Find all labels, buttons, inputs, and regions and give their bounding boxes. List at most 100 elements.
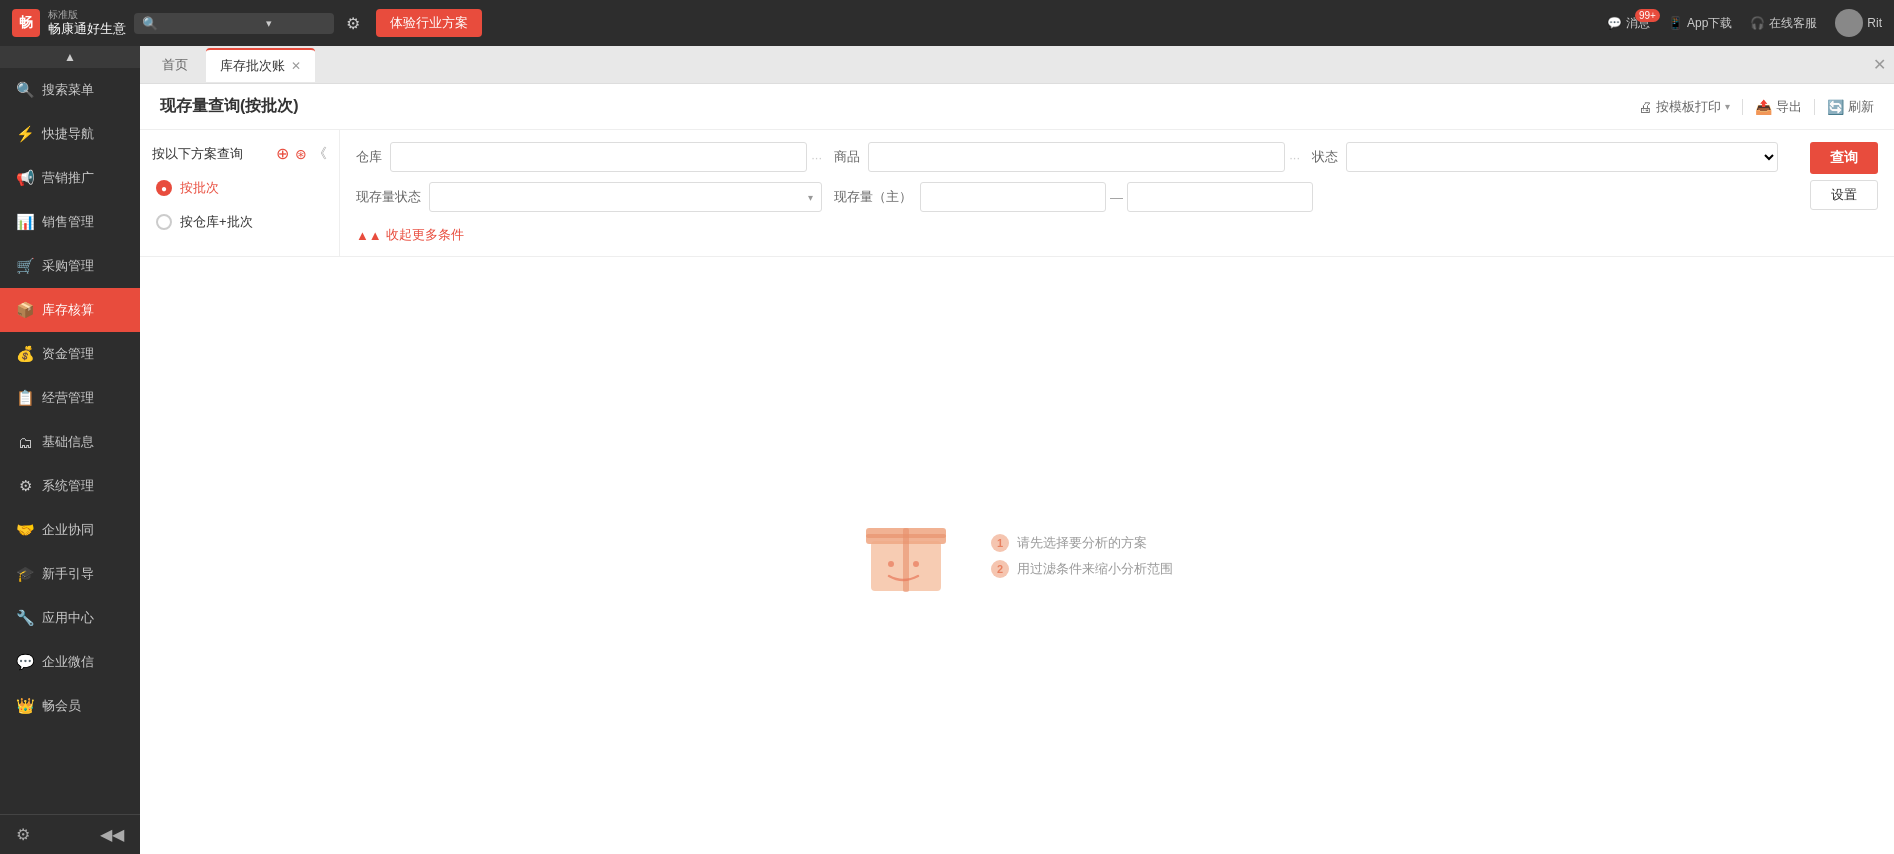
warehouse-field: 仓库 ··· — [356, 142, 822, 172]
sidebar-label-quicknav: 快捷导航 — [42, 125, 94, 143]
sidebar-item-purchase[interactable]: 🛒 采购管理 — [0, 244, 140, 288]
sidebar-icon-appcenter: 🔧 — [16, 609, 34, 627]
sidebar-item-newguide[interactable]: 🎓 新手引导 — [0, 552, 140, 596]
settings-button[interactable]: 设置 — [1810, 180, 1878, 210]
topbar: 畅 标准版 畅康通好生意 🔍 ▾ ⚙ 体验行业方案 💬 消息 99+ 📱 App… — [0, 0, 1894, 46]
sidebar-item-enterprise[interactable]: 🤝 企业协同 — [0, 508, 140, 552]
print-dropdown-icon[interactable]: ▾ — [1725, 101, 1730, 112]
collapse-icon[interactable]: ◀◀ — [100, 825, 124, 844]
sidebar-label-member: 畅会员 — [42, 697, 81, 715]
sidebar-item-search[interactable]: 🔍 搜索菜单 — [0, 68, 140, 112]
scheme-panel-actions: ⊕ ⊛ 《 — [276, 144, 327, 163]
refresh-icon: 🔄 — [1827, 99, 1844, 115]
svg-point-4 — [888, 561, 894, 567]
action-bar: 查询 设置 — [1794, 130, 1894, 256]
export-action[interactable]: 📤 导出 — [1755, 98, 1802, 116]
query-button[interactable]: 查询 — [1810, 142, 1878, 174]
app-download-item[interactable]: 📱 App下载 — [1668, 15, 1732, 32]
sidebar-icon-sales: 📊 — [16, 213, 34, 231]
tab-label-inventory_batch: 库存批次账 — [220, 57, 285, 75]
message-icon: 💬 — [1607, 16, 1622, 30]
sidebar-item-basics[interactable]: 🗂 基础信息 — [0, 420, 140, 464]
inventory-qty-field: 现存量（主） — — [834, 182, 1300, 212]
scheme-item-batch[interactable]: ● 按批次 — [140, 171, 339, 205]
online-service-item[interactable]: 🎧 在线客服 — [1750, 15, 1817, 32]
messages-item[interactable]: 💬 消息 99+ — [1607, 15, 1650, 32]
filter-row-2: 现存量状态 ▾ 现存量（主） — — [356, 182, 1778, 212]
scheme-settings-icon[interactable]: ⊛ — [295, 146, 307, 162]
sidebar-icon-finance: 💰 — [16, 345, 34, 363]
tab-inventory_batch[interactable]: 库存批次账 ✕ — [206, 48, 315, 82]
page-header: 现存量查询(按批次) 🖨 按模板打印 ▾ 📤 导出 🔄 刷新 — [140, 84, 1894, 130]
sidebar-icon-inventory: 📦 — [16, 301, 34, 319]
sidebar-label-sales: 销售管理 — [42, 213, 94, 231]
goods-input[interactable] — [868, 142, 1285, 172]
sidebar-scroll-up[interactable]: ▲ — [0, 46, 140, 68]
sidebar-icon-newguide: 🎓 — [16, 565, 34, 583]
sidebar-bottom: ⚙ ◀◀ — [0, 814, 140, 854]
sidebar-item-finance[interactable]: 💰 资金管理 — [0, 332, 140, 376]
scheme-dot-active: ● — [156, 180, 172, 196]
chevron-down-icon: ▾ — [808, 192, 813, 203]
sidebar-item-member[interactable]: 👑 畅会员 — [0, 684, 140, 728]
goods-more-icon[interactable]: ··· — [1289, 150, 1300, 165]
empty-icon — [861, 506, 961, 606]
main-layout: ▲ 🔍 搜索菜单 ⚡ 快捷导航 📢 营销推广 📊 销售管理 🛒 采购管理 📦 库… — [0, 46, 1894, 854]
sidebar-icon-operations: 📋 — [16, 389, 34, 407]
divider2 — [1814, 99, 1815, 115]
filter-row-1: 仓库 ··· 商品 ··· 状态 — [356, 142, 1778, 172]
phone-icon: 📱 — [1668, 16, 1683, 30]
tip-num-2: 2 — [991, 560, 1009, 578]
svg-rect-3 — [903, 528, 909, 592]
print-action[interactable]: 🖨 按模板打印 ▾ — [1638, 98, 1730, 116]
inventory-status-select[interactable]: ▾ — [429, 182, 822, 212]
user-avatar-area[interactable]: Rit — [1835, 9, 1882, 37]
search-input[interactable] — [162, 16, 262, 30]
sidebar-icon-quicknav: ⚡ — [16, 125, 34, 143]
sidebar-item-sales[interactable]: 📊 销售管理 — [0, 200, 140, 244]
collapse-conditions[interactable]: ▲▲ 收起更多条件 — [356, 226, 1778, 244]
page-title: 现存量查询(按批次) — [160, 96, 299, 117]
sidebar-item-wxwork[interactable]: 💬 企业微信 — [0, 640, 140, 684]
search-dropdown-icon[interactable]: ▾ — [266, 17, 272, 30]
brand-info: 标准版 畅康通好生意 — [48, 8, 126, 38]
empty-state: 1 请先选择要分析的方案 2 用过滤条件来缩小分析范围 — [140, 257, 1894, 854]
add-scheme-icon[interactable]: ⊕ — [276, 144, 289, 163]
sidebar-item-system[interactable]: ⚙ 系统管理 — [0, 464, 140, 508]
sidebar-icon-purchase: 🛒 — [16, 257, 34, 275]
settings-bottom-icon[interactable]: ⚙ — [16, 825, 30, 844]
sidebar-label-operations: 经营管理 — [42, 389, 94, 407]
print-icon: 🖨 — [1638, 99, 1652, 115]
tab-home[interactable]: 首页 — [148, 48, 202, 82]
warehouse-input[interactable] — [390, 142, 807, 172]
sidebar-icon-system: ⚙ — [16, 477, 34, 495]
inventory-qty-max[interactable] — [1127, 182, 1313, 212]
status-select[interactable] — [1346, 142, 1778, 172]
headset-icon: 🎧 — [1750, 16, 1765, 30]
scheme-collapse-icon[interactable]: 《 — [313, 145, 327, 163]
empty-tip-2: 2 用过滤条件来缩小分析范围 — [991, 560, 1173, 578]
warehouse-more-icon[interactable]: ··· — [811, 150, 822, 165]
app-logo: 畅 — [12, 9, 40, 37]
sidebar-item-operations[interactable]: 📋 经营管理 — [0, 376, 140, 420]
tab-close-inventory_batch[interactable]: ✕ — [291, 59, 301, 73]
sidebar-item-inventory[interactable]: 📦 库存核算 — [0, 288, 140, 332]
refresh-action[interactable]: 🔄 刷新 — [1827, 98, 1874, 116]
search-area[interactable]: 🔍 ▾ — [134, 13, 334, 34]
sidebar-icon-marketing: 📢 — [16, 169, 34, 187]
panel-close-button[interactable]: ✕ — [1873, 55, 1886, 74]
sidebar-label-wxwork: 企业微信 — [42, 653, 94, 671]
sidebar-item-appcenter[interactable]: 🔧 应用中心 — [0, 596, 140, 640]
status-field: 状态 — [1312, 142, 1778, 172]
sidebar-item-quicknav[interactable]: ⚡ 快捷导航 — [0, 112, 140, 156]
sidebar-item-marketing[interactable]: 📢 营销推广 — [0, 156, 140, 200]
trial-button[interactable]: 体验行业方案 — [376, 9, 482, 37]
inventory-qty-min[interactable] — [920, 182, 1106, 212]
content-area: 首页库存批次账 ✕ ✕ 现存量查询(按批次) 🖨 按模板打印 ▾ 📤 导出 🔄 — [140, 46, 1894, 854]
scheme-panel-header: 按以下方案查询 ⊕ ⊛ 《 — [140, 140, 339, 171]
empty-tip-1: 1 请先选择要分析的方案 — [991, 534, 1173, 552]
sidebar-label-newguide: 新手引导 — [42, 565, 94, 583]
tip-num-1: 1 — [991, 534, 1009, 552]
settings-icon[interactable]: ⚙ — [346, 14, 360, 33]
scheme-item-warehouse-batch[interactable]: 按仓库+批次 — [140, 205, 339, 239]
